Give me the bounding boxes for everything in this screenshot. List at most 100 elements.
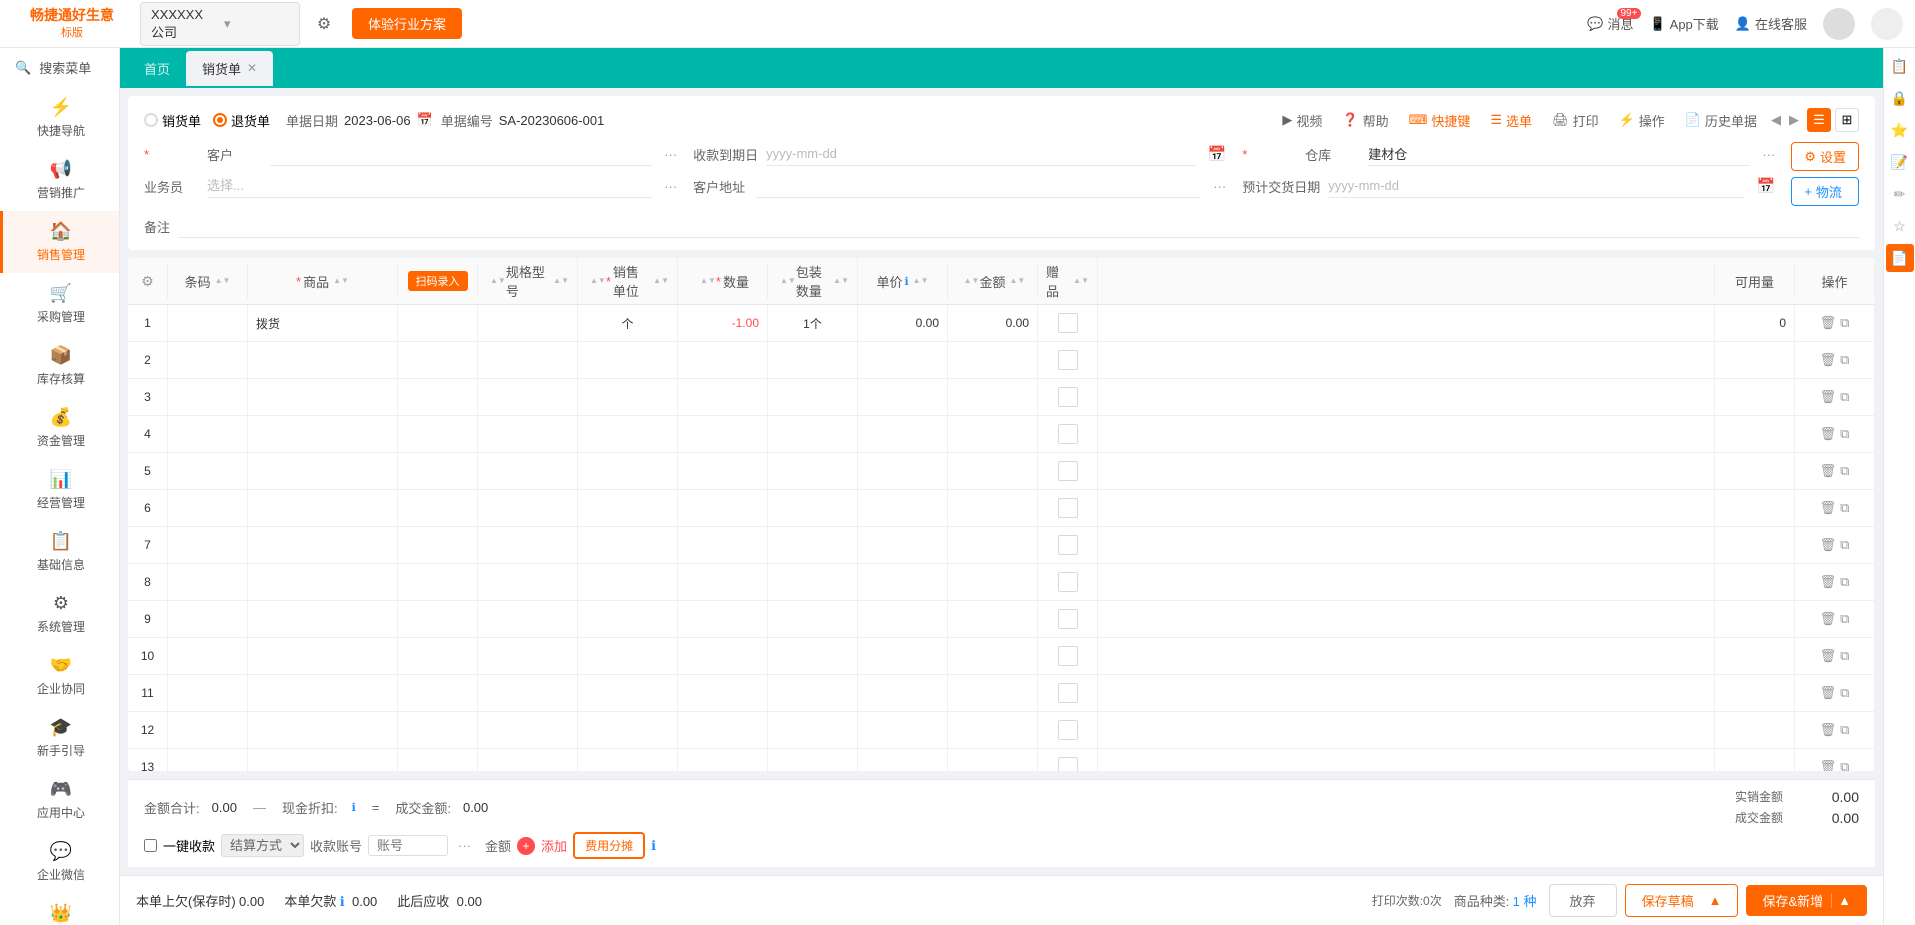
col-scan[interactable]: 扫码录入 — [398, 263, 478, 299]
warehouse-more-icon[interactable]: ··· — [1762, 147, 1775, 162]
cell-gift-0[interactable] — [1038, 305, 1098, 341]
customer-more-icon[interactable]: ··· — [664, 147, 677, 162]
cell-gift-2[interactable] — [1038, 379, 1098, 415]
gift-checkbox-6[interactable] — [1058, 535, 1078, 555]
trial-button[interactable]: 体验行业方案 — [352, 8, 462, 39]
delete-icon-11[interactable]: 🗑 — [1820, 722, 1837, 738]
shortcut-btn[interactable]: ⌨ 快捷键 — [1403, 109, 1477, 132]
right-tool-orange[interactable]: 📄 — [1886, 244, 1914, 272]
avatar[interactable] — [1823, 8, 1855, 40]
sidebar-item-search[interactable]: 🔍 搜索菜单 — [0, 48, 119, 87]
help-btn[interactable]: ❓ 帮助 — [1336, 109, 1394, 132]
gift-checkbox-11[interactable] — [1058, 720, 1078, 740]
sidebar-item-basic[interactable]: 📋 基础信息 — [0, 521, 119, 583]
payment-calendar-icon[interactable]: 📅 — [1208, 145, 1227, 163]
sidebar-item-sales[interactable]: 🏠 销售管理 — [0, 211, 119, 273]
price-sort-icon[interactable]: ▲▼ — [913, 277, 929, 285]
logistics-button[interactable]: + 物流 — [1791, 177, 1859, 206]
gift-checkbox-0[interactable] — [1058, 313, 1078, 333]
sidebar-item-purchase[interactable]: 🛒 采购管理 — [0, 273, 119, 335]
date-value[interactable]: 2023-06-06 — [344, 113, 411, 128]
one-click-payment-checkbox[interactable] — [144, 839, 157, 852]
delete-icon-3[interactable]: 🗑 — [1820, 426, 1837, 442]
save-draft-button[interactable]: 保存草稿 ▲ — [1625, 884, 1739, 917]
sidebar-item-inventory[interactable]: 📦 库存核算 — [0, 335, 119, 397]
customer-address-input[interactable] — [756, 174, 1201, 198]
cell-gift-7[interactable] — [1038, 564, 1098, 600]
copy-icon-4[interactable]: ⧉ — [1840, 463, 1849, 479]
sidebar-item-finance[interactable]: 💰 资金管理 — [0, 397, 119, 459]
message-btn[interactable]: 💬 消息 99+ — [1587, 14, 1633, 33]
cell-gift-1[interactable] — [1038, 342, 1098, 378]
account-more-icon[interactable]: ··· — [458, 838, 471, 853]
unit-sort-icon2[interactable]: ▲▼ — [653, 277, 669, 285]
sidebar-item-guide[interactable]: 🎓 新手引导 — [0, 707, 119, 769]
gift-checkbox-5[interactable] — [1058, 498, 1078, 518]
address-more-icon[interactable]: ··· — [1213, 179, 1226, 194]
bill-no-value[interactable]: SA-20230606-001 — [499, 113, 605, 128]
total-owed-icon[interactable]: ℹ — [340, 894, 345, 909]
table-settings-icon[interactable]: ⚙ — [141, 273, 154, 290]
gift-sort-icon[interactable]: ▲▼ — [1073, 277, 1089, 285]
cell-gift-3[interactable] — [1038, 416, 1098, 452]
right-tool-3[interactable]: ⭐ — [1886, 116, 1914, 144]
delete-icon-9[interactable]: 🗑 — [1820, 648, 1837, 664]
copy-icon-10[interactable]: ⧉ — [1840, 685, 1849, 701]
calendar-icon[interactable]: 📅 — [417, 112, 433, 128]
gift-checkbox-12[interactable] — [1058, 757, 1078, 771]
delivery-calendar-icon[interactable]: 📅 — [1757, 177, 1776, 195]
sidebar-item-business[interactable]: 📊 经营管理 — [0, 459, 119, 521]
cell-gift-10[interactable] — [1038, 675, 1098, 711]
company-selector[interactable]: XXXXXX公司 ▾ — [140, 2, 300, 46]
delete-icon-12[interactable]: 🗑 — [1820, 759, 1837, 771]
salesperson-input[interactable] — [207, 174, 652, 198]
gift-checkbox-8[interactable] — [1058, 609, 1078, 629]
right-tool-6[interactable]: ☆ — [1886, 212, 1914, 240]
customer-input[interactable] — [270, 142, 652, 166]
gift-checkbox-9[interactable] — [1058, 646, 1078, 666]
online-service-btn[interactable]: 👤 在线客服 — [1735, 14, 1807, 33]
pkg-sort-icon[interactable]: ▲▼ — [780, 277, 796, 285]
expected-delivery-input[interactable] — [1328, 174, 1744, 198]
tab-home[interactable]: 首页 — [128, 51, 186, 86]
col-settings[interactable]: ⚙ — [128, 263, 168, 299]
cell-gift-5[interactable] — [1038, 490, 1098, 526]
sidebar-item-enterprise[interactable]: 🤝 企业协同 — [0, 645, 119, 707]
copy-icon-0[interactable]: ⧉ — [1840, 315, 1849, 331]
qty-sort-icon[interactable]: ▲▼ — [700, 277, 716, 285]
pkg-sort-icon2[interactable]: ▲▼ — [833, 277, 849, 285]
delete-icon-4[interactable]: 🗑 — [1820, 463, 1837, 479]
gift-checkbox-7[interactable] — [1058, 572, 1078, 592]
notes-input[interactable] — [178, 214, 1859, 238]
add-amount-btn[interactable]: + — [517, 837, 535, 855]
nav-next-btn[interactable]: ▶ — [1789, 112, 1799, 128]
copy-icon-12[interactable]: ⧉ — [1840, 759, 1849, 771]
expense-split-btn[interactable]: 费用分摊 — [573, 832, 645, 859]
amount-sort-icon2[interactable]: ▲▼ — [1010, 277, 1026, 285]
sidebar-item-system[interactable]: ⚙ 系统管理 — [0, 583, 119, 645]
tab-close-icon[interactable]: ✕ — [247, 61, 257, 75]
gift-checkbox-3[interactable] — [1058, 424, 1078, 444]
amount-sort-icon[interactable]: ▲▼ — [964, 277, 980, 285]
sidebar-item-apps[interactable]: 🎮 应用中心 — [0, 769, 119, 831]
copy-icon-11[interactable]: ⧉ — [1840, 722, 1849, 738]
gift-checkbox-1[interactable] — [1058, 350, 1078, 370]
copy-icon-5[interactable]: ⧉ — [1840, 500, 1849, 516]
app-download-btn[interactable]: 📱 App下载 — [1649, 14, 1718, 33]
delete-icon-7[interactable]: 🗑 — [1820, 574, 1837, 590]
spec-sort-icon[interactable]: ▲▼ — [490, 277, 506, 285]
print-btn[interactable]: 🖨 打印 — [1546, 109, 1605, 132]
delete-icon-1[interactable]: 🗑 — [1820, 352, 1837, 368]
right-tool-5[interactable]: ✏ — [1886, 180, 1914, 208]
sidebar-item-wechat[interactable]: 💬 企业微信 — [0, 831, 119, 893]
cell-gift-4[interactable] — [1038, 453, 1098, 489]
copy-icon-6[interactable]: ⧉ — [1840, 537, 1849, 553]
sidebar-item-marketing[interactable]: 📢 营销推广 — [0, 149, 119, 211]
copy-icon-9[interactable]: ⧉ — [1840, 648, 1849, 664]
save-draft-arrow[interactable]: ▲ — [1702, 893, 1722, 908]
unit-sort-icon[interactable]: ▲▼ — [590, 277, 606, 285]
nav-prev-btn[interactable]: ◀ — [1771, 112, 1781, 128]
save-new-arrow[interactable]: ▲ — [1831, 893, 1851, 908]
expense-info-icon[interactable]: ℹ — [651, 838, 656, 854]
sidebar-item-quick-nav[interactable]: ⚡ 快捷导航 — [0, 87, 119, 149]
